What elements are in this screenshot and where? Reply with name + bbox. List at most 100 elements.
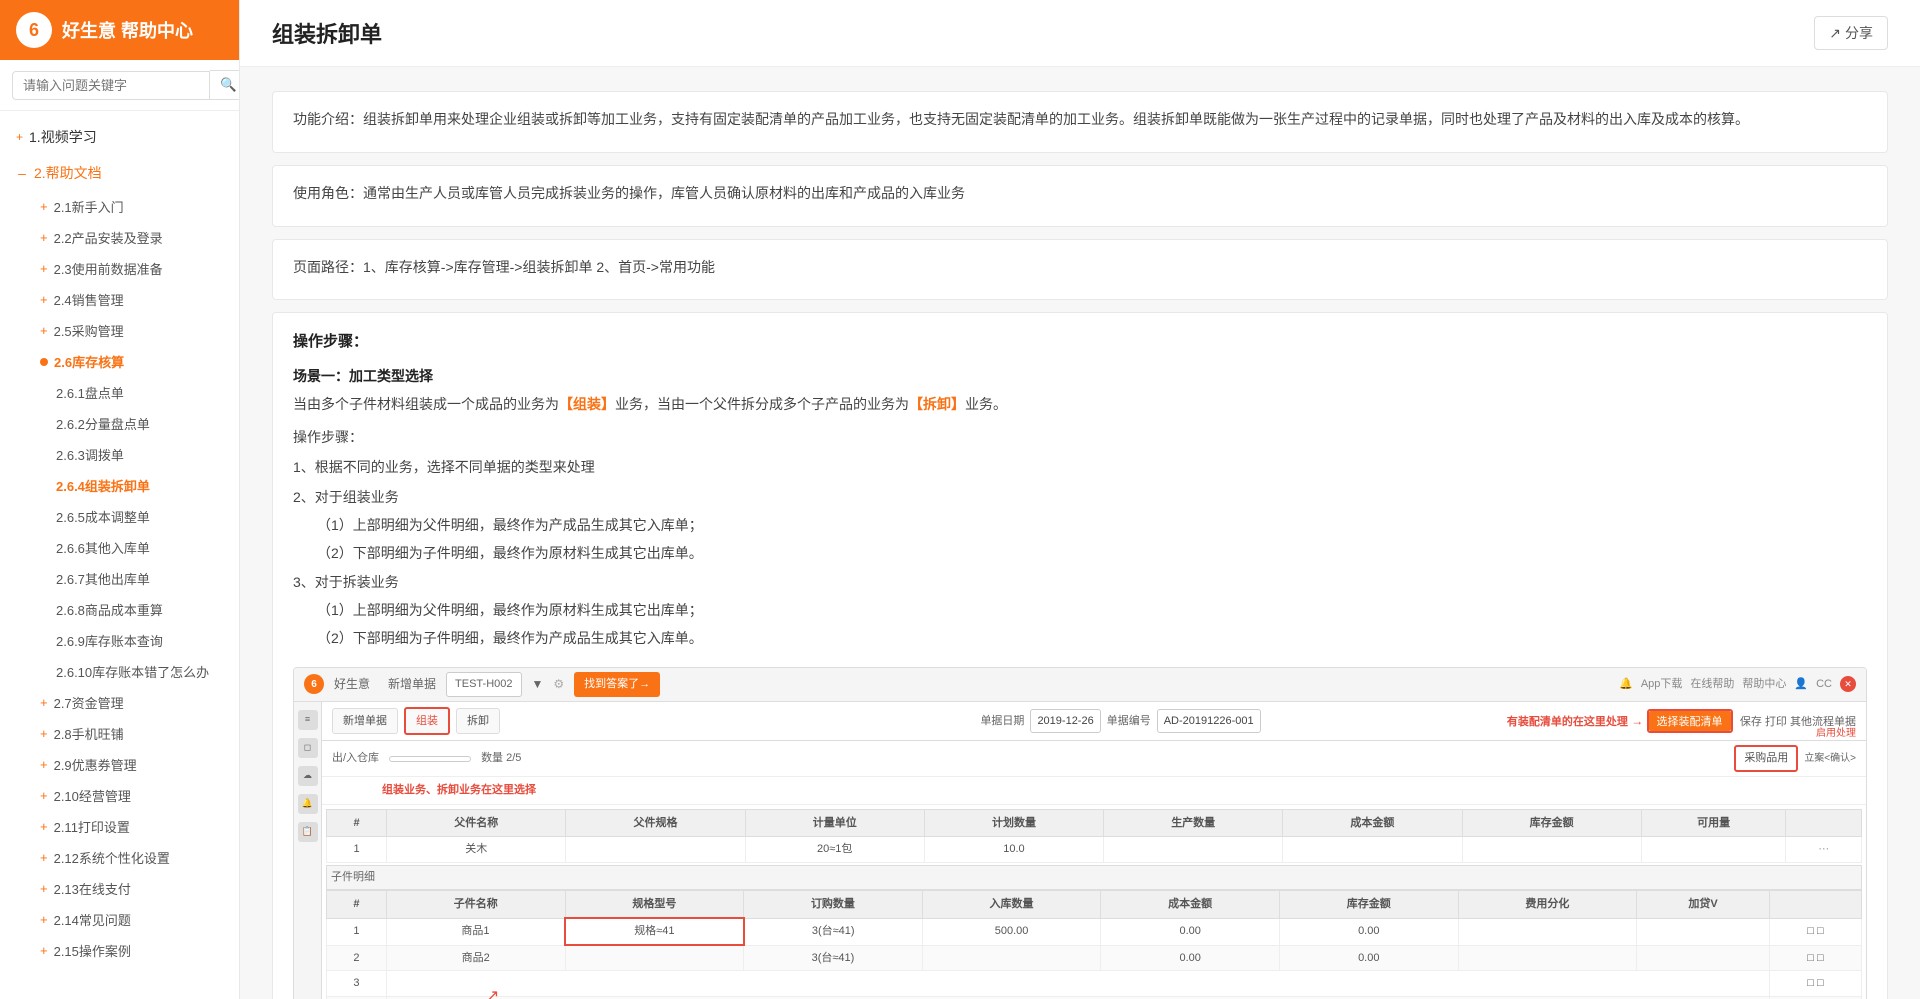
- sidebar-item-inventory-query[interactable]: 2.6.9库存账本查询: [40, 625, 239, 656]
- col-avail: 可用量: [1641, 809, 1786, 837]
- mock-app-id: TEST-H002: [446, 672, 521, 697]
- mock-topbar-title: 好生意: [334, 674, 370, 694]
- steps-block: 操作步骤： 场景一：加工类型选择 当由多个子件材料组装成一个成品的业务为【组装】…: [272, 312, 1888, 999]
- sidebar-item-cost-adjust[interactable]: 2.6.5成本调整单: [40, 501, 239, 532]
- sidebar-item-operation[interactable]: + 2.10经营管理: [24, 780, 239, 811]
- mock-docno-label: 单据编号: [1107, 712, 1151, 731]
- sidebar-item-new-user[interactable]: + 2.1新手入门: [24, 191, 239, 222]
- sidebar-item-other-out[interactable]: 2.6.7其他出库单: [40, 563, 239, 594]
- sidebar-item-print[interactable]: + 2.11打印设置: [24, 811, 239, 842]
- sidebar-item-help-docs[interactable]: – 2.帮助文档: [0, 155, 239, 191]
- plus-icon: +: [40, 726, 48, 741]
- mock-bom-btn-wrapper: 选择装配清单: [1647, 709, 1733, 733]
- search-input[interactable]: [12, 71, 210, 100]
- sidebar-item-stock-check[interactable]: 2.6.1盘点单: [40, 377, 239, 408]
- sidebar-item-customize[interactable]: + 2.12系统个性化设置: [24, 842, 239, 873]
- logo-icon: 6: [16, 12, 52, 48]
- child-col-in-qty: 入库数量: [922, 890, 1101, 918]
- nav-group-1: + 1.视频学习: [0, 119, 239, 155]
- sidebar-item-inventory[interactable]: 2.6库存核算: [24, 346, 239, 377]
- share-button[interactable]: ↗ 分享: [1814, 16, 1888, 50]
- arrow-icon: →: [1631, 714, 1643, 728]
- mock-tab-new[interactable]: 新增单据: [332, 708, 398, 735]
- mock-tab-assemble[interactable]: 组装: [404, 707, 450, 736]
- sidebar-item-transfer[interactable]: 2.6.3调拨单: [40, 439, 239, 470]
- step3-details: （1）上部明细为父件明细，最终作为原材料生成其它出库单； （2）下部明细为子件明…: [293, 599, 1867, 651]
- table-row: 3 □ □: [327, 971, 1862, 997]
- sidebar: 6 好生意 帮助中心 🔍 + 1.视频学习 – 2.帮助文档 + 2.1新手入门: [0, 0, 240, 999]
- sidebar-item-video-learning[interactable]: + 1.视频学习: [0, 119, 239, 155]
- mock-sidebar-icon-5: 📋: [298, 822, 318, 842]
- mock-type-annotation: 组装业务、拆卸业务在这里选择: [322, 777, 1866, 805]
- sidebar-item-cost-recalc[interactable]: 2.6.8商品成本重算: [40, 594, 239, 625]
- sidebar-item-cases[interactable]: + 2.15操作案例: [24, 935, 239, 966]
- mock-toolbar: 新增单据 组装 拆卸 单据日期 2019-12-26 单据编号 AD-20191…: [322, 702, 1866, 742]
- sidebar-item-online-pay[interactable]: + 2.13在线支付: [24, 873, 239, 904]
- scenario1-desc: 当由多个子件材料组装成一个成品的业务为【组装】业务，当由一个父件拆分成多个子产品…: [293, 393, 1867, 417]
- plus-icon: +: [40, 261, 48, 276]
- sidebar-item-inventory-error[interactable]: 2.6.10库存账本错了怎么办: [40, 656, 239, 687]
- child-col-extra: 加贷V: [1637, 890, 1770, 918]
- table-row: 1 商品1 规格≈41 3(台≈41) 500.00 0.00 0.00: [327, 918, 1862, 945]
- mock-warehouse-val: [389, 756, 471, 762]
- plus-icon: +: [40, 695, 48, 710]
- search-box: 🔍: [0, 60, 239, 111]
- child-col-order-qty: 订购数量: [744, 890, 923, 918]
- plus-icon: +: [40, 757, 48, 772]
- col-unit: 计量单位: [745, 809, 924, 837]
- annotation-handler: 启用处理: [1816, 725, 1856, 742]
- mock-table-area: # 父件名称 父件规格 计量单位 计划数量 生产数量 成本金额 库存金额: [322, 805, 1866, 999]
- page-title: 组装拆卸单: [272, 17, 382, 49]
- mock-sidebar-icon-4: 🔔: [298, 794, 318, 814]
- page-path-block: 页面路径：1、库存核算->库存管理->组装拆卸单 2、首页->常用功能: [272, 239, 1888, 301]
- mock-child-table: # 子件名称 规格型号 订购数量 入库数量 成本金额 库存金额: [326, 890, 1862, 999]
- col-parent-name: 父件名称: [387, 809, 566, 837]
- share-icon: ↗: [1829, 25, 1841, 42]
- step2-details: （1）上部明细为父件明细，最终作为产成品生成其它入库单； （2）下部明细为子件明…: [293, 514, 1867, 566]
- mock-tab-disassemble[interactable]: 拆卸: [456, 708, 500, 735]
- plus-icon: +: [40, 850, 48, 865]
- scenario1-title: 场景一：加工类型选择: [293, 365, 1867, 389]
- nav-group-2: – 2.帮助文档 + 2.1新手入门 + 2.2产品安装及登录 + 2.3使用前…: [0, 155, 239, 966]
- mock-close-btn[interactable]: ✕: [1840, 676, 1856, 692]
- col-plan-qty: 计划数量: [924, 809, 1103, 837]
- mock-toolbar-wrapper: 新增单据 组装 拆卸 单据日期 2019-12-26 单据编号 AD-20191…: [322, 702, 1866, 805]
- sidebar-item-purchase[interactable]: + 2.5采购管理: [24, 315, 239, 346]
- child-col-spec: 规格型号: [565, 890, 744, 918]
- plus-icon: +: [40, 292, 48, 307]
- mock-select-bom-btn[interactable]: 选择装配清单: [1649, 711, 1731, 731]
- sidebar-item-finance[interactable]: + 2.7资金管理: [24, 687, 239, 718]
- mock-sidebar-icon-2: ◻: [298, 738, 318, 758]
- sidebar-item-coupon[interactable]: + 2.9优惠券管理: [24, 749, 239, 780]
- search-button[interactable]: 🔍: [210, 70, 240, 100]
- sidebar-item-partial-check[interactable]: 2.6.2分量盘点单: [40, 408, 239, 439]
- col-actions: [1786, 809, 1862, 837]
- mock-main-layout: ≡ ◻ ☁ 🔔 📋 新增单据 组装: [294, 702, 1866, 999]
- sidebar-item-assemble[interactable]: 2.6.4组装拆卸单: [40, 470, 239, 501]
- mock-next-btn[interactable]: 找到答案了→: [574, 672, 660, 697]
- sidebar-item-sales[interactable]: + 2.4销售管理: [24, 284, 239, 315]
- steps-title: 操作步骤：: [293, 329, 1867, 355]
- mock-topbar-spacer: 新增单据: [388, 674, 436, 694]
- child-col-actions: [1769, 890, 1861, 918]
- col-parent-spec: 父件规格: [566, 809, 745, 837]
- sidebar-item-install[interactable]: + 2.2产品安装及登录: [24, 222, 239, 253]
- sidebar-item-mobile[interactable]: + 2.8手机旺铺: [24, 718, 239, 749]
- mock-date-value: 2019-12-26: [1030, 709, 1100, 734]
- col-seq: #: [327, 809, 387, 837]
- sidebar-item-data-prep[interactable]: + 2.3使用前数据准备: [24, 253, 239, 284]
- step3b: （2）下部明细为子件明细，最终作为产成品生成其它入库单。: [317, 627, 1867, 651]
- mock-sidebar-icon-1: ≡: [298, 710, 318, 730]
- intro-block: 功能介绍：组装拆卸单用来处理企业组装或拆卸等加工业务，支持有固定装配清单的产品加…: [272, 91, 1888, 153]
- sidebar-nav: + 1.视频学习 – 2.帮助文档 + 2.1新手入门 + 2.2产品安装及登录: [0, 111, 239, 999]
- nav-sub-group-2: + 2.1新手入门 + 2.2产品安装及登录 + 2.3使用前数据准备 + 2.…: [0, 191, 239, 966]
- sidebar-item-faq[interactable]: + 2.14常见问题: [24, 904, 239, 935]
- nav-sub-inventory: 2.6.1盘点单 2.6.2分量盘点单 2.6.3调拨单 2.6.4组装拆卸单 …: [24, 377, 239, 687]
- sidebar-item-other-in[interactable]: 2.6.6其他入库单: [40, 532, 239, 563]
- child-col-fee: 费用分化: [1458, 890, 1637, 918]
- main-header: 组装拆卸单 ↗ 分享: [240, 0, 1920, 67]
- child-col-seq: #: [327, 890, 387, 918]
- mock-handler-section: 采购品用 启用处理 立案<确认>: [1734, 745, 1856, 772]
- plus-icon: +: [40, 230, 48, 245]
- step2a: （1）上部明细为父件明细，最终作为产成品生成其它入库单；: [317, 514, 1867, 538]
